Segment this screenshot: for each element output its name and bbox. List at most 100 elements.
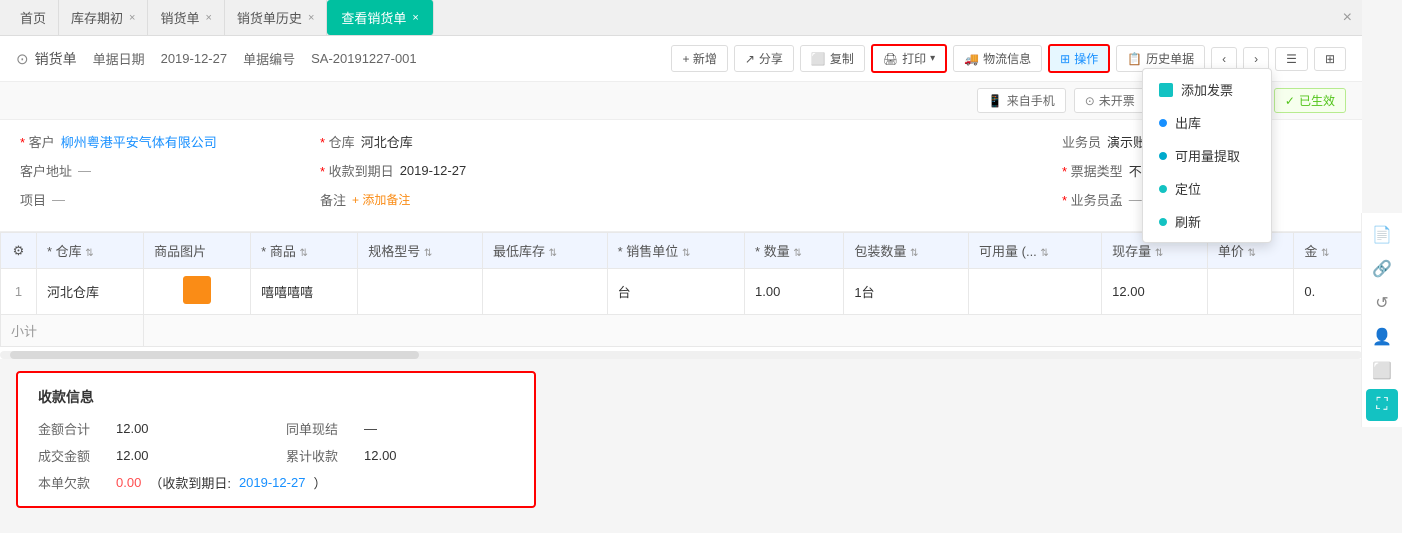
copy-icon: ⬜: [811, 52, 826, 66]
col-gear[interactable]: ⚙: [1, 233, 37, 269]
sidebar-expand-icon[interactable]: ⛶: [1366, 389, 1398, 421]
col-amount: 金 ⇅: [1294, 233, 1362, 269]
dropdown-outbound[interactable]: 出库: [1143, 106, 1271, 139]
project-value: —: [52, 192, 65, 207]
payment-date-field: 收款到期日 2019-12-27: [320, 161, 600, 180]
close-view-sales-tab[interactable]: ×: [412, 12, 418, 24]
cumulative-value: 12.00: [364, 448, 397, 463]
locate-dot: [1159, 185, 1167, 193]
address-label: 客户地址: [20, 161, 72, 180]
transaction-label: 成交金额: [38, 446, 108, 465]
doc-icon: ⊙: [16, 50, 29, 68]
col-available: 可用量 (... ⇅: [969, 233, 1102, 269]
table-row: 1 河北仓库 嘻嘻嘻嘻 台 1.00 1台 12.00 0.: [1, 269, 1362, 315]
col-warehouse: * 仓库 ⇅: [37, 233, 144, 269]
row-available: [969, 269, 1102, 315]
dropdown-available-qty[interactable]: 可用量提取: [1143, 139, 1271, 172]
operations-dropdown: 添加发票 出库 可用量提取 定位 刷新: [1142, 68, 1272, 243]
sidebar-expand-icon2[interactable]: ⬜: [1366, 355, 1398, 387]
row-spec: [358, 269, 483, 315]
tab-bar: 首页 库存期初 × 销货单 × 销货单历史 × 查看销货单 × ×: [0, 0, 1362, 36]
payment-date-label: 收款到期日: [320, 161, 394, 180]
customer-field: 客户 柳州粤港平安气体有限公司: [20, 132, 300, 151]
address-value: —: [78, 163, 91, 178]
doc-meta: 单据日期 2019-12-27 单据编号 SA-20191227-001: [93, 49, 417, 68]
dropdown-add-invoice[interactable]: 添加发票: [1143, 73, 1271, 106]
due-note: （收款到期日:: [149, 473, 231, 492]
product-image: [183, 276, 211, 304]
row-quantity: 1.00: [745, 269, 844, 315]
logistics-button[interactable]: 🚚 物流信息: [953, 45, 1042, 72]
list-view-button[interactable]: ☰: [1275, 47, 1308, 71]
sidebar-rotate-icon[interactable]: ↺: [1366, 287, 1398, 319]
cumulative-payment-row: 累计收款 12.00: [286, 446, 514, 465]
add-note-button[interactable]: + 添加备注: [352, 191, 410, 208]
sales-staff-value: —: [1129, 192, 1142, 207]
col-product: * 商品 ⇅: [251, 233, 358, 269]
print-button[interactable]: 🖨 打印 ▾: [871, 44, 947, 73]
nav-prev-button[interactable]: ‹: [1211, 47, 1237, 71]
staff-label: 业务员: [1062, 132, 1101, 151]
project-label: 项目: [20, 190, 46, 209]
due-value: 0.00: [116, 475, 141, 490]
cumulative-label: 累计收款: [286, 446, 356, 465]
row-min-stock: [482, 269, 607, 315]
note-field: 备注 + 添加备注: [320, 190, 600, 209]
doc-type: ⊙ 销货单: [16, 49, 77, 69]
operation-icon: ⊞: [1060, 52, 1070, 66]
amount-total-value: 12.00: [116, 421, 149, 436]
doc-number-value: SA-20191227-001: [311, 51, 417, 66]
operation-button[interactable]: ⊞ 操作: [1048, 44, 1110, 73]
nav-next-button[interactable]: ›: [1243, 47, 1269, 71]
phone-icon: 📱: [988, 94, 1003, 108]
due-label: 本单欠款: [38, 473, 108, 492]
sidebar-doc-icon[interactable]: 📄: [1366, 219, 1398, 251]
window-close-button[interactable]: ×: [1343, 9, 1352, 27]
truck-icon: 🚚: [964, 52, 979, 66]
from-phone-button[interactable]: 📱 来自手机: [977, 88, 1066, 113]
copy-button[interactable]: ⬜ 复制: [800, 45, 865, 72]
payment-date-value: 2019-12-27: [400, 163, 467, 178]
tab-view-sales[interactable]: 查看销货单 ×: [327, 0, 433, 35]
tab-sales[interactable]: 销货单 ×: [148, 0, 224, 35]
note-label: 备注: [320, 190, 346, 209]
customer-value[interactable]: 柳州粤港平安气体有限公司: [61, 132, 217, 151]
close-inventory-tab[interactable]: ×: [129, 12, 135, 24]
close-sales-tab[interactable]: ×: [205, 12, 211, 24]
share-button[interactable]: ↗ 分享: [734, 45, 794, 72]
effective-button[interactable]: ✓ 已生效: [1274, 88, 1346, 113]
tab-home[interactable]: 首页: [8, 0, 59, 35]
new-button[interactable]: + 新增: [671, 45, 727, 72]
transaction-amount-row: 成交金额 12.00: [38, 446, 266, 465]
payment-section: 收款信息 金额合计 12.00 同单现结 — 成交金额 12.00 累计收款 1…: [16, 371, 536, 508]
row-product: 嘻嘻嘻嘻: [251, 269, 358, 315]
col-product-img: 商品图片: [144, 233, 251, 269]
not-opened-button[interactable]: ⊙ 未开票: [1074, 88, 1146, 113]
col-quantity: * 数量 ⇅: [745, 233, 844, 269]
row-amount: 0.: [1294, 269, 1362, 315]
share-icon: ↗: [745, 52, 755, 66]
doc-date-label: 单据日期: [93, 49, 145, 68]
table-container: ⚙ * 仓库 ⇅ 商品图片 * 商品 ⇅ 规格型号 ⇅ 最低库存 ⇅ * 销售单…: [0, 232, 1362, 359]
sidebar-link-icon[interactable]: 🔗: [1366, 253, 1398, 285]
project-field: 项目 —: [20, 190, 300, 209]
dropdown-locate[interactable]: 定位: [1143, 172, 1271, 205]
grid-view-button[interactable]: ⊞: [1314, 47, 1346, 71]
same-order-value: —: [364, 421, 377, 436]
outbound-dot: [1159, 119, 1167, 127]
subtotal-row: 小计: [1, 315, 1362, 347]
due-note-end: ）: [313, 473, 326, 492]
sidebar-person-icon[interactable]: 👤: [1366, 321, 1398, 353]
col-min-stock: 最低库存 ⇅: [482, 233, 607, 269]
tab-sales-history[interactable]: 销货单历史 ×: [225, 0, 327, 35]
history-icon: 📋: [1127, 52, 1142, 66]
row-warehouse: 河北仓库: [37, 269, 144, 315]
same-order-row: 同单现结 —: [286, 419, 514, 438]
tab-inventory[interactable]: 库存期初 ×: [59, 0, 148, 35]
same-order-label: 同单现结: [286, 419, 356, 438]
ticket-type-label: 票据类型: [1062, 161, 1123, 180]
print-icon: 🖨: [883, 52, 898, 66]
close-history-tab[interactable]: ×: [308, 12, 314, 24]
sales-staff-label: 业务员孟: [1062, 190, 1123, 209]
dropdown-refresh[interactable]: 刷新: [1143, 205, 1271, 238]
